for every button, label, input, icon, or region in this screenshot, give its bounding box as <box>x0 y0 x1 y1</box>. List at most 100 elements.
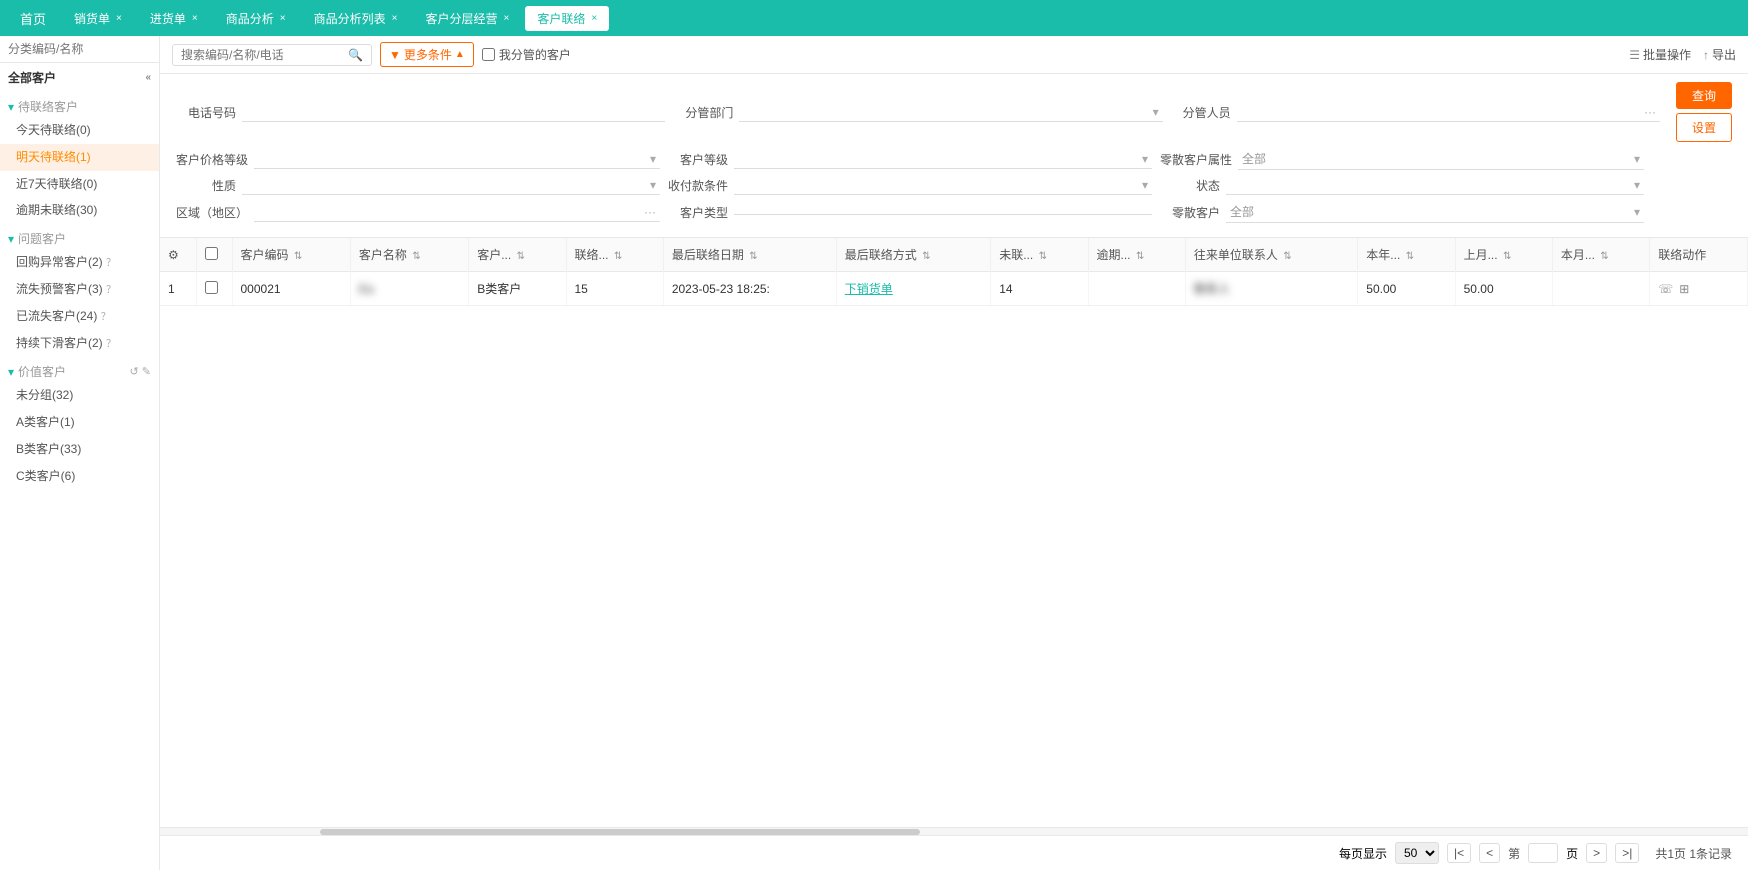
sort-code-icon: ⇅ <box>294 251 302 262</box>
manager-select[interactable]: ··· <box>1237 103 1660 122</box>
sort-ty-icon: ⇅ <box>1406 251 1414 262</box>
prev-page-btn[interactable]: < <box>1479 843 1500 863</box>
th-uncontacted[interactable]: 未联... ⇅ <box>991 238 1088 272</box>
search-icon[interactable]: 🔍 <box>348 48 363 62</box>
sidebar-ungrouped[interactable]: 未分组(32) <box>0 382 159 409</box>
nav-item-0[interactable]: 销货单 × <box>62 6 134 31</box>
th-overdue[interactable]: 逾期... ⇅ <box>1088 238 1185 272</box>
sidebar-repurchase-abnormal[interactable]: 回购异常客户(2) ？ <box>0 249 159 276</box>
th-last-month[interactable]: 上月... ⇅ <box>1455 238 1552 272</box>
batch-ops-btn[interactable]: ☰ 批量操作 <box>1629 46 1691 63</box>
th-type[interactable]: 客户... ⇅ <box>469 238 566 272</box>
nav-close-0[interactable]: × <box>116 13 122 24</box>
region-select[interactable]: ··· <box>254 203 660 222</box>
th-last-method[interactable]: 最后联络方式 ⇅ <box>836 238 990 272</box>
first-page-btn[interactable]: |< <box>1447 843 1471 863</box>
row-checkbox[interactable] <box>205 281 218 294</box>
query-button[interactable]: 查询 <box>1676 82 1732 109</box>
sidebar-search-input[interactable] <box>8 42 160 56</box>
retail-select[interactable]: 全部 ▾ <box>1226 201 1644 223</box>
last-page-btn[interactable]: >| <box>1615 843 1639 863</box>
gender-label: 性质 <box>176 177 236 194</box>
nav-close-4[interactable]: × <box>503 13 509 24</box>
dept-select[interactable]: ▾ <box>739 103 1162 122</box>
nav-item-2[interactable]: 商品分析 × <box>214 6 298 31</box>
status-select[interactable]: ▾ <box>1226 176 1644 195</box>
nav-close-3[interactable]: × <box>392 13 398 24</box>
scrollbar-thumb[interactable] <box>320 829 920 835</box>
export-btn[interactable]: ↑ 导出 <box>1703 46 1736 63</box>
th-checkbox[interactable] <box>196 238 232 272</box>
retail-attr-chevron: ▾ <box>1634 152 1640 166</box>
sidebar-churned[interactable]: 已流失客户(24) ？ <box>0 303 159 330</box>
nav-close-1[interactable]: × <box>192 13 198 24</box>
sidebar-all-customers[interactable]: 全部客户 « <box>0 63 159 92</box>
sidebar-7days-pending[interactable]: 近7天待联络(0) <box>0 171 159 198</box>
sidebar-type-c[interactable]: C类客户(6) <box>0 463 159 490</box>
page-size-select[interactable]: 50 <box>1395 842 1439 864</box>
nav-close-5[interactable]: × <box>591 13 597 24</box>
action-phone-icon[interactable]: ☏ <box>1658 282 1673 296</box>
table-row: 1 000021 Ea B类客户 15 2023-05-23 18:25: 下销… <box>160 272 1748 306</box>
nav-item-3[interactable]: 商品分析列表 × <box>302 6 410 31</box>
sidebar-type-a[interactable]: A类客户(1) <box>0 409 159 436</box>
th-contact[interactable]: 联络... ⇅ <box>566 238 663 272</box>
td-last-method: 下销货单 <box>836 272 990 306</box>
th-actions: 联络动作 <box>1650 238 1748 272</box>
nav-item-4[interactable]: 客户分层经营 × <box>413 6 521 31</box>
horizontal-scrollbar[interactable] <box>160 827 1748 835</box>
filter-region: 区域（地区） ··· <box>176 203 660 222</box>
nav-item-5[interactable]: 客户联络 × <box>525 6 609 31</box>
sidebar-collapse-btn[interactable]: « <box>145 72 151 83</box>
setting-button[interactable]: 设置 <box>1676 113 1732 142</box>
more-filter-label: 更多条件 <box>404 46 452 63</box>
my-customers-label: 我分管的客户 <box>499 46 571 63</box>
retail-attr-select[interactable]: 全部 ▾ <box>1238 148 1644 170</box>
sidebar-overdue-pending[interactable]: 逾期未联络(30) <box>0 197 159 224</box>
page-unit: 页 <box>1566 845 1578 862</box>
payment-select[interactable]: ▾ <box>734 176 1152 195</box>
sidebar-type-b[interactable]: B类客户(33) <box>0 436 159 463</box>
next-page-btn[interactable]: > <box>1586 843 1607 863</box>
sidebar-declining[interactable]: 持续下滑客户(2) ？ <box>0 330 159 357</box>
sidebar-today-pending[interactable]: 今天待联络(0) <box>0 117 159 144</box>
search-input[interactable] <box>181 48 344 62</box>
select-all-checkbox[interactable] <box>205 247 218 260</box>
th-this-month[interactable]: 本月... ⇅ <box>1552 238 1649 272</box>
td-this-month <box>1552 272 1649 306</box>
retail-value: 全部 <box>1230 203 1254 220</box>
sort-contact-icon: ⇅ <box>614 251 622 262</box>
sidebar-tomorrow-pending[interactable]: 明天待联络(1) <box>0 144 159 171</box>
customer-grade-select[interactable]: ▾ <box>734 150 1152 169</box>
my-customers-checkbox[interactable] <box>482 48 495 61</box>
search-box: 🔍 <box>172 44 372 66</box>
customer-type-select[interactable] <box>734 210 1152 215</box>
price-grade-select[interactable]: ▾ <box>254 150 660 169</box>
payment-chevron: ▾ <box>1142 178 1148 192</box>
filter-retail-attr: 零散客户属性 全部 ▾ <box>1160 148 1644 170</box>
th-unit-contacts[interactable]: 往来单位联系人 ⇅ <box>1185 238 1357 272</box>
gender-select[interactable]: ▾ <box>242 176 660 195</box>
phone-input[interactable] <box>242 103 665 122</box>
export-label: 导出 <box>1712 46 1736 63</box>
th-code[interactable]: 客户编码 ⇅ <box>232 238 350 272</box>
page-number-input[interactable]: 1 <box>1528 843 1558 863</box>
th-name[interactable]: 客户名称 ⇅ <box>350 238 468 272</box>
th-last-date[interactable]: 最后联络日期 ⇅ <box>663 238 836 272</box>
td-checkbox[interactable] <box>196 272 232 306</box>
more-filter-btn[interactable]: ▼ 更多条件 ▲ <box>380 42 474 67</box>
th-settings[interactable]: ⚙ <box>160 238 196 272</box>
nav-home[interactable]: 首页 <box>8 5 58 32</box>
sort-method-icon: ⇅ <box>922 251 930 262</box>
filter-dept: 分管部门 ▾ <box>673 103 1162 122</box>
action-grid-icon[interactable]: ⊞ <box>1679 282 1689 296</box>
nav-item-1[interactable]: 进货单 × <box>138 6 210 31</box>
th-this-year[interactable]: 本年... ⇅ <box>1358 238 1455 272</box>
filter-price-grade: 客户价格等级 ▾ <box>176 150 660 169</box>
sort-ov-icon: ⇅ <box>1136 251 1144 262</box>
nav-close-2[interactable]: × <box>280 13 286 24</box>
status-label: 状态 <box>1160 177 1220 194</box>
last-method-link[interactable]: 下销货单 <box>845 282 893 296</box>
nav-label-5: 客户联络 <box>537 10 585 27</box>
sidebar-churn-warning[interactable]: 流失预警客户(3) ？ <box>0 276 159 303</box>
